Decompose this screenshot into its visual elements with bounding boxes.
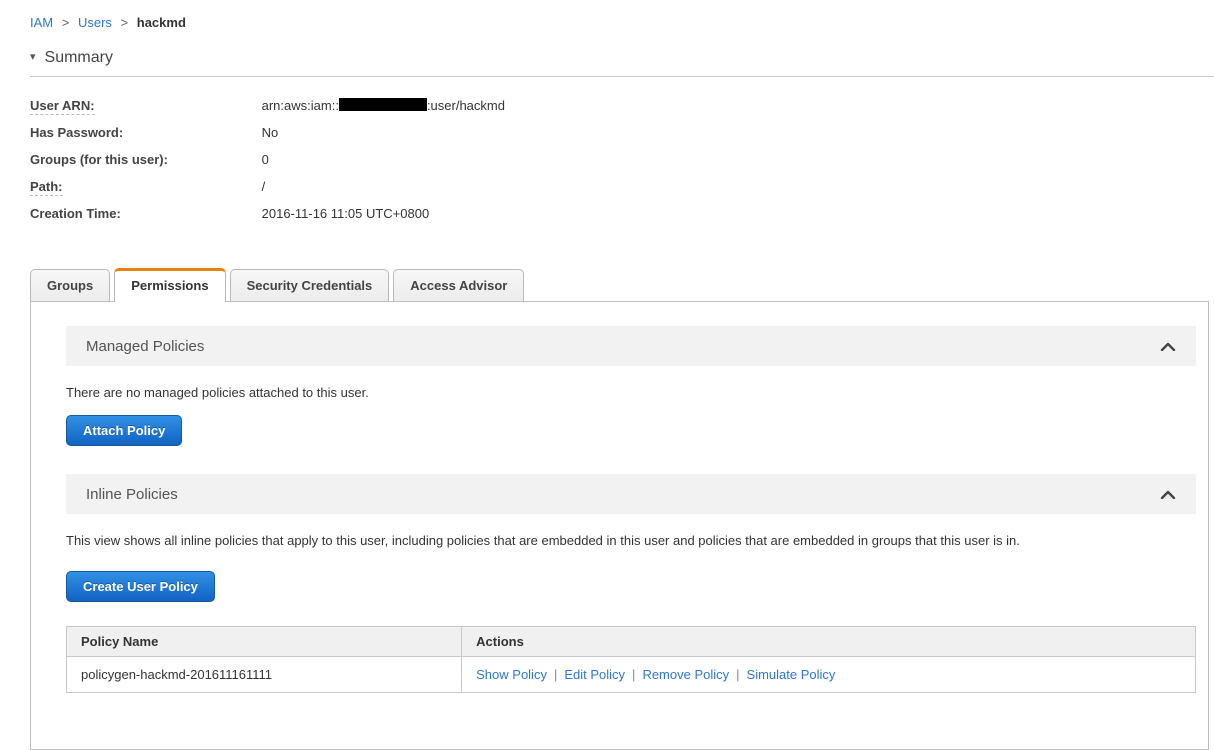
has-password-value: No [261,125,279,140]
summary-section-toggle[interactable]: ▾ Summary [30,49,1214,67]
simulate-policy-link[interactable]: Simulate Policy [747,667,836,682]
summary-row-groups: Groups (for this user): 0 [30,146,1214,173]
redacted-account-id [338,98,427,111]
summary-row-user-arn: User ARN: arn:aws:iam:::user/hackmd [30,92,1214,119]
tab-permissions[interactable]: Permissions [114,268,226,302]
tab-security-credentials[interactable]: Security Credentials [229,269,390,301]
show-policy-link[interactable]: Show Policy [476,667,547,682]
attach-policy-button[interactable]: Attach Policy [66,415,183,446]
tab-groups[interactable]: Groups [30,269,111,301]
managed-policies-empty-message: There are no managed policies attached t… [66,385,369,400]
policy-name-cell: policygen-hackmd-201611161111 [65,656,463,693]
inline-policies-description: This view shows all inline policies that… [66,533,1020,548]
breadcrumb-link-users[interactable]: Users [78,15,112,30]
breadcrumb-separator: > [61,15,70,30]
tab-access-advisor[interactable]: Access Advisor [393,269,525,301]
path-value: / [261,179,266,194]
breadcrumb-link-iam[interactable]: IAM [30,15,53,30]
breadcrumb-separator: > [120,15,129,30]
breadcrumb: IAM > Users > hackmd [0,0,1214,30]
policy-name-column-header: Policy Name [65,626,463,657]
groups-value: 0 [261,152,269,167]
inline-policies-table: Policy Name Actions policygen-hackmd-201… [65,626,1196,693]
summary-row-path: Path: / [30,173,1214,200]
collapse-triangle-icon: ▾ [30,51,36,63]
managed-policies-header[interactable]: Managed Policies [66,326,1196,366]
create-user-policy-button[interactable]: Create User Policy [66,571,215,602]
creation-time-value: 2016-11-16 11:05 UTC+0800 [261,206,430,221]
permissions-tab-panel: Managed Policies There are no managed po… [30,301,1209,750]
table-header-row: Policy Name Actions [65,626,1196,657]
summary-divider [30,76,1214,77]
chevron-up-icon[interactable] [1160,490,1176,499]
chevron-up-icon[interactable] [1160,342,1176,351]
edit-policy-link[interactable]: Edit Policy [564,667,625,682]
user-arn-value: arn:aws:iam:::user/hackmd [261,98,505,113]
has-password-label: Has Password: [30,125,124,140]
managed-policies-title: Managed Policies [86,337,205,355]
groups-label: Groups (for this user): [30,152,168,167]
actions-cell: Show Policy | Edit Policy | Remove Policy | Si… [461,656,1196,693]
summary-title: Summary [44,49,113,66]
path-label: Path: [30,179,63,196]
summary-fields: User ARN: arn:aws:iam:::user/hackmd Has … [30,92,1214,227]
tab-bar: Groups Permissions Security Credentials … [30,268,1214,302]
remove-policy-link[interactable]: Remove Policy [642,667,729,682]
summary-row-has-password: Has Password: No [30,119,1214,146]
inline-policies-section: Inline Policies This view shows all inli… [65,474,1196,721]
summary-row-creation-time: Creation Time: 2016-11-16 11:05 UTC+0800 [30,200,1214,227]
actions-column-header: Actions [461,626,1196,657]
table-row: policygen-hackmd-201611161111 Show Polic… [65,656,1196,693]
user-arn-label: User ARN: [30,98,95,115]
managed-policies-section: Managed Policies There are no managed po… [66,326,1196,474]
action-separator: | [632,667,636,682]
action-separator: | [736,667,740,682]
breadcrumb-current-user: hackmd [136,15,186,30]
inline-policies-header[interactable]: Inline Policies [66,474,1196,514]
inline-policies-title: Inline Policies [86,485,178,503]
creation-time-label: Creation Time: [30,206,121,221]
action-separator: | [553,667,558,682]
